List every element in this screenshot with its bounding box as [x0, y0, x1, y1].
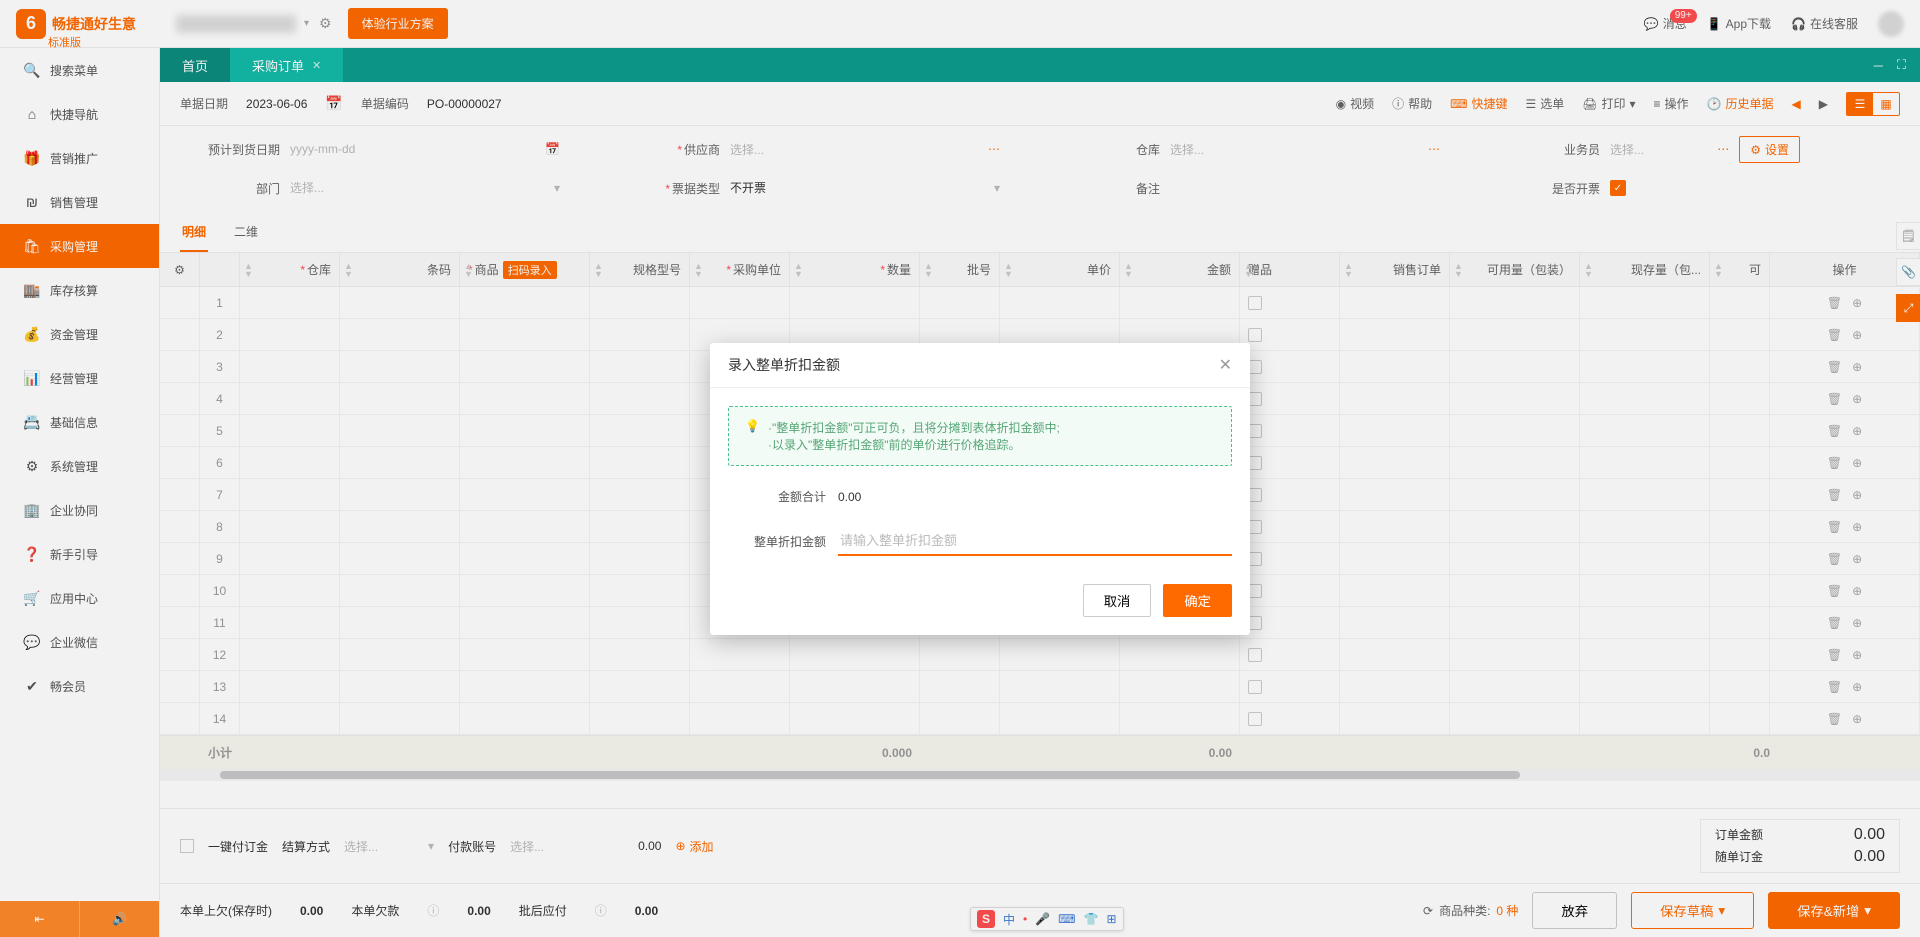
modal-title: 录入整单折扣金额 [728, 355, 840, 375]
ok-button[interactable]: 确定 [1163, 584, 1232, 617]
discount-modal: 录入整单折扣金额 ✕ 💡 ·"整单折扣金额"可正可负，且将分摊到表体折扣金额中;… [710, 343, 1250, 635]
discount-input[interactable] [838, 527, 1232, 556]
bulb-icon: 💡 [745, 419, 760, 453]
modal-header: 录入整单折扣金额 ✕ [710, 343, 1250, 388]
total-label: 金额合计 [728, 488, 838, 505]
modal-body: 💡 ·"整单折扣金额"可正可负，且将分摊到表体折扣金额中; ·以录入"整单折扣金… [710, 388, 1250, 574]
field-total: 金额合计 0.00 [728, 488, 1232, 505]
tip-line-2: ·以录入"整单折扣金额"前的单价进行价格追踪。 [768, 436, 1060, 453]
field-discount: 整单折扣金额 [728, 527, 1232, 556]
tip-box: 💡 ·"整单折扣金额"可正可负，且将分摊到表体折扣金额中; ·以录入"整单折扣金… [728, 406, 1232, 466]
modal-footer: 取消 确定 [710, 574, 1250, 635]
total-value: 0.00 [838, 490, 1232, 504]
tip-line-1: ·"整单折扣金额"可正可负，且将分摊到表体折扣金额中; [768, 419, 1060, 436]
cancel-button[interactable]: 取消 [1083, 584, 1152, 617]
discount-label: 整单折扣金额 [728, 533, 838, 550]
close-icon[interactable]: ✕ [1219, 355, 1232, 375]
